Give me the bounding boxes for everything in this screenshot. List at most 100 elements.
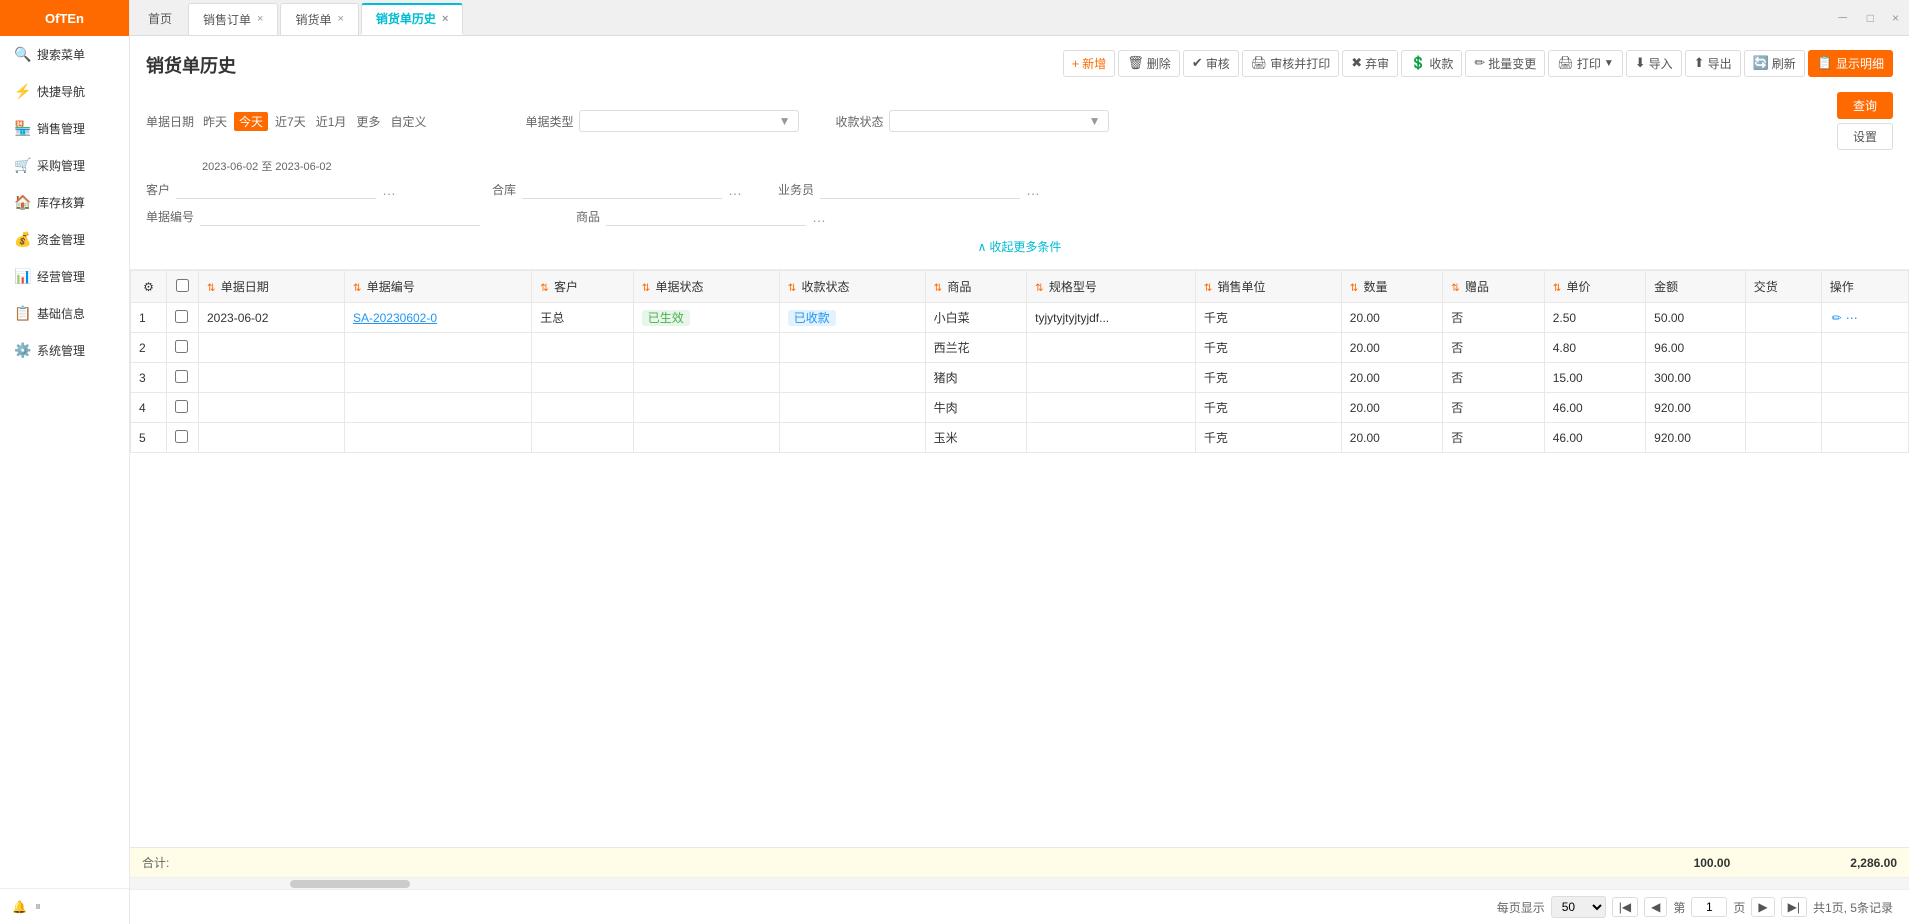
- row-checkbox[interactable]: [167, 333, 199, 363]
- btn-refresh[interactable]: 🔄 刷新: [1744, 50, 1805, 77]
- settings-gear-icon[interactable]: ⚙: [143, 280, 154, 294]
- btn-delete[interactable]: 🗑 删除: [1118, 50, 1180, 77]
- scroll-bar-area[interactable]: [130, 877, 1909, 889]
- col-doc-no[interactable]: ⇅ 单据编号: [344, 271, 531, 303]
- col-unit[interactable]: ⇅ 销售单位: [1195, 271, 1341, 303]
- row-action[interactable]: [1821, 363, 1908, 393]
- customer-ellipsis[interactable]: …: [382, 182, 396, 198]
- tab-home[interactable]: 首页: [134, 3, 186, 35]
- doc-no-label: 单据编号: [146, 208, 194, 225]
- sidebar-item-basic-info[interactable]: 📋 基础信息: [0, 295, 129, 332]
- btn-batch-change[interactable]: ✏ 批量变更: [1465, 50, 1545, 77]
- collapse-btn[interactable]: ∧ 收起更多条件: [146, 234, 1893, 259]
- col-date[interactable]: ⇅ 单据日期: [199, 271, 345, 303]
- row-docno[interactable]: [344, 423, 531, 453]
- page-next[interactable]: ▶: [1751, 897, 1774, 917]
- col-spec[interactable]: ⇅ 规格型号: [1027, 271, 1196, 303]
- sidebar-item-quick-nav[interactable]: ⚡ 快捷导航: [0, 73, 129, 110]
- btn-print[interactable]: 🖨 打印 ▼: [1548, 50, 1622, 77]
- sidebar-item-purchase-mgmt[interactable]: 🛒 采购管理: [0, 147, 129, 184]
- row-checkbox-3[interactable]: [175, 400, 188, 413]
- btn-review[interactable]: ✔ 审核: [1183, 50, 1239, 77]
- sidebar-item-operations[interactable]: 📊 经营管理: [0, 258, 129, 295]
- row-docno[interactable]: [344, 393, 531, 423]
- action-more[interactable]: ⋯: [1846, 311, 1858, 325]
- goods-ellipsis[interactable]: …: [812, 209, 826, 225]
- page-input[interactable]: [1691, 897, 1727, 917]
- sidebar-item-inventory[interactable]: 🏠 库存核算: [0, 184, 129, 221]
- col-settings[interactable]: ⚙: [131, 271, 167, 303]
- btn-export[interactable]: ⬆ 导出: [1685, 50, 1741, 77]
- select-all-checkbox[interactable]: [176, 279, 189, 292]
- btn-setting[interactable]: 设置: [1837, 123, 1893, 150]
- row-checkbox[interactable]: [167, 303, 199, 333]
- sidebar-item-finance[interactable]: 💰 资金管理: [0, 221, 129, 258]
- doc-type-select[interactable]: ▼: [579, 110, 799, 132]
- shortcut-yesterday[interactable]: 昨天: [200, 112, 230, 131]
- btn-abandon[interactable]: ✖ 弃审: [1342, 50, 1398, 77]
- goods-input[interactable]: [606, 207, 806, 226]
- row-checkbox[interactable]: [167, 393, 199, 423]
- system-icon: ⚙️: [15, 343, 31, 359]
- row-docno[interactable]: SA-20230602-0: [344, 303, 531, 333]
- tab-sales-goods[interactable]: 销货单 ×: [280, 3, 358, 35]
- payment-status-select[interactable]: ▼: [889, 110, 1109, 132]
- salesman-ellipsis[interactable]: …: [1026, 182, 1040, 198]
- shortcut-more[interactable]: 更多: [353, 112, 383, 131]
- row-action[interactable]: [1821, 423, 1908, 453]
- sidebar-bottom-icon1[interactable]: 🔔: [12, 900, 27, 914]
- sidebar-bottom-icon2[interactable]: ⏸: [35, 899, 41, 914]
- row-action[interactable]: [1821, 333, 1908, 363]
- per-page-select[interactable]: 50 100 200: [1551, 896, 1606, 918]
- row-checkbox-1[interactable]: [175, 340, 188, 353]
- row-docno[interactable]: [344, 363, 531, 393]
- col-customer[interactable]: ⇅ 客户: [532, 271, 633, 303]
- shortcut-today[interactable]: 今天: [234, 112, 268, 131]
- payment-status-arrow: ▼: [1089, 114, 1101, 128]
- sidebar-item-search-menu[interactable]: 🔍 搜索菜单: [0, 36, 129, 73]
- action-edit[interactable]: ✏: [1832, 311, 1842, 325]
- tab-close-sales-history[interactable]: ×: [442, 13, 448, 25]
- col-gift[interactable]: ⇅ 赠品: [1443, 271, 1544, 303]
- doc-no-input[interactable]: [200, 207, 480, 226]
- window-maximize[interactable]: □: [1861, 9, 1880, 27]
- row-action[interactable]: ✏⋯: [1821, 303, 1908, 333]
- row-docno-link[interactable]: SA-20230602-0: [353, 311, 437, 325]
- row-checkbox[interactable]: [167, 363, 199, 393]
- col-payment-status[interactable]: ⇅ 收款状态: [779, 271, 925, 303]
- salesman-input[interactable]: [820, 180, 1020, 199]
- row-checkbox-4[interactable]: [175, 430, 188, 443]
- window-close[interactable]: ×: [1886, 9, 1905, 27]
- page-prev[interactable]: ◀: [1644, 897, 1667, 917]
- tab-close-sales-order[interactable]: ×: [257, 13, 263, 25]
- col-price[interactable]: ⇅ 单价: [1544, 271, 1645, 303]
- row-checkbox-0[interactable]: [175, 310, 188, 323]
- row-docno[interactable]: [344, 333, 531, 363]
- row-checkbox[interactable]: [167, 423, 199, 453]
- btn-collect[interactable]: 💲 收款: [1401, 50, 1462, 77]
- tab-sales-history[interactable]: 销货单历史 ×: [361, 3, 463, 35]
- btn-import[interactable]: ⬇ 导入: [1626, 50, 1682, 77]
- btn-new[interactable]: + 新增: [1063, 50, 1116, 77]
- col-qty[interactable]: ⇅ 数量: [1341, 271, 1442, 303]
- shortcut-custom[interactable]: 自定义: [387, 112, 429, 131]
- warehouse-ellipsis[interactable]: …: [728, 182, 742, 198]
- warehouse-input[interactable]: [522, 180, 722, 199]
- btn-review-print[interactable]: 🖨 审核并打印: [1242, 50, 1340, 77]
- sidebar-item-system-mgmt[interactable]: ⚙️ 系统管理: [0, 332, 129, 369]
- row-action[interactable]: [1821, 393, 1908, 423]
- customer-input[interactable]: [176, 180, 376, 199]
- col-goods[interactable]: ⇅ 商品: [925, 271, 1026, 303]
- row-checkbox-2[interactable]: [175, 370, 188, 383]
- btn-query[interactable]: 查询: [1837, 92, 1893, 119]
- btn-show-detail[interactable]: 📋 显示明细: [1808, 50, 1893, 77]
- page-first[interactable]: |◀: [1612, 897, 1638, 917]
- tab-sales-order[interactable]: 销售订单 ×: [188, 3, 278, 35]
- sidebar-item-sales-mgmt[interactable]: 🏪 销售管理: [0, 110, 129, 147]
- col-doc-status[interactable]: ⇅ 单据状态: [633, 271, 779, 303]
- shortcut-7days[interactable]: 近7天: [272, 112, 309, 131]
- page-last[interactable]: ▶|: [1781, 897, 1807, 917]
- shortcut-1month[interactable]: 近1月: [313, 112, 350, 131]
- window-minimize[interactable]: －: [1831, 7, 1855, 28]
- tab-close-sales-goods[interactable]: ×: [337, 13, 343, 25]
